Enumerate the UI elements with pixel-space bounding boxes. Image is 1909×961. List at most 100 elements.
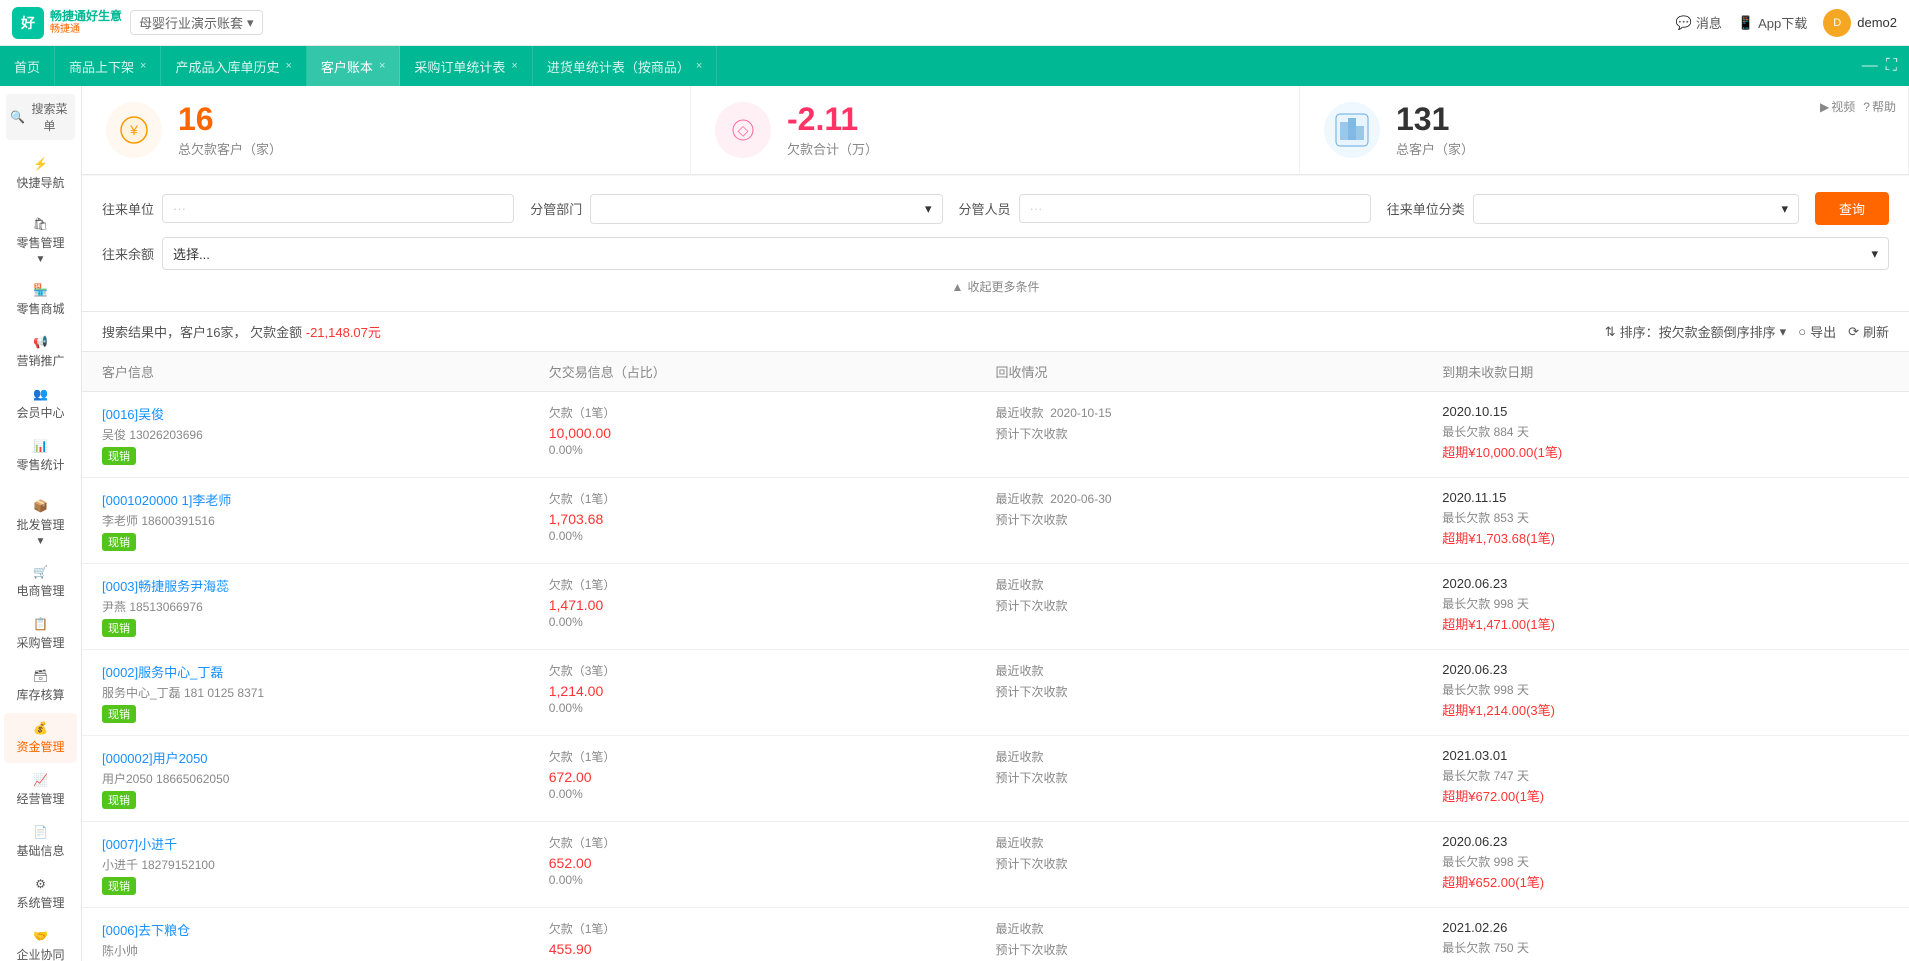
sort-selector[interactable]: ⇅ 排序：按欠款金额倒序排序 ▾: [1605, 322, 1786, 341]
debt-amount-c0006: 455.90: [549, 941, 996, 957]
export-button[interactable]: ○ 导出: [1798, 322, 1836, 341]
retail-stats-label: 零售统计: [16, 456, 64, 473]
sidebar-item-batch-mgmt[interactable]: 📦 批发管理 ▼: [4, 491, 77, 555]
sidebar-item-basic-info[interactable]: 📄 基础信息: [4, 817, 77, 867]
sidebar-item-purchase[interactable]: 📋 采购管理: [4, 609, 77, 659]
search-button[interactable]: 查询: [1815, 192, 1889, 225]
customer-info-cell: [0003]畅捷服务尹海蕊 尹燕 18513066976 现销: [102, 576, 549, 637]
tab-home-label: 首页: [14, 57, 40, 76]
due-date-cell-c0003: 2020.06.23 最长欠款 998 天 超期¥1,471.00(1笔): [1442, 576, 1889, 633]
customer-sub-c0016: 吴俊 13026203696: [102, 426, 549, 443]
store-selector[interactable]: 母婴行业演示账套 ▾: [130, 10, 263, 35]
debt-info-cell-c0007: 欠款（1笔） 652.00 0.00%: [549, 834, 996, 887]
debt-desc-c000002: 欠款（1笔）: [549, 748, 996, 765]
source-unit-input[interactable]: ···: [162, 194, 514, 223]
collection-next-c0002: 预计下次收款: [996, 683, 1443, 700]
retail-mgmt-label: 零售管理: [16, 234, 64, 251]
tab-production[interactable]: 产成品入库单历史 ×: [161, 46, 306, 86]
table-row: [0001020000 1]李老师 李老师 18600391516 现销 欠款（…: [82, 478, 1909, 564]
user-area[interactable]: D demo2: [1823, 9, 1897, 37]
manager-input[interactable]: ···: [1019, 194, 1371, 223]
maximize-icon[interactable]: ⛶: [1886, 57, 1897, 75]
due-date-cell-c000002: 2021.03.01 最长欠款 747 天 超期¥672.00(1笔): [1442, 748, 1889, 805]
tab-products-close[interactable]: ×: [140, 60, 146, 72]
tab-production-close[interactable]: ×: [285, 60, 291, 72]
marketing-icon: 📢: [33, 335, 48, 349]
retail-store-icon: 🏪: [33, 283, 48, 297]
customer-name-c0006[interactable]: [0006]去下粮仓: [102, 920, 549, 939]
chevron-down-sort-icon: ▾: [1780, 324, 1787, 340]
collapse-button[interactable]: ▲ 收起更多条件: [102, 278, 1889, 295]
tab-products-label: 商品上下架: [69, 57, 134, 76]
tab-nav-icons: — ⛶: [1862, 57, 1909, 75]
tab-purchase-order-close[interactable]: ×: [511, 60, 517, 72]
sidebar-item-inventory[interactable]: 🗃 库存核算: [4, 661, 77, 711]
refresh-button[interactable]: ⟳ 刷新: [1848, 322, 1889, 341]
customer-name-c0016[interactable]: [0016]吴俊: [102, 404, 549, 423]
filter-row-1: 往来单位 ··· 分管部门 ▾ 分管人员 ···: [102, 192, 1889, 225]
sidebar-item-business-mgmt[interactable]: 📈 经营管理: [4, 765, 77, 815]
collection-cell-c0016: 最近收款 2020-10-15 预计下次收款: [996, 404, 1443, 446]
overdue-link-c00010200001[interactable]: 超期¥1,703.68(1笔): [1442, 528, 1889, 547]
overdue-link-c0002[interactable]: 超期¥1,214.00(3笔): [1442, 700, 1889, 719]
customer-name-c0003[interactable]: [0003]畅捷服务尹海蕊: [102, 576, 549, 595]
balance-label: 往来余额: [102, 244, 154, 263]
collection-next-c000002: 预计下次收款: [996, 769, 1443, 786]
tab-purchase-order[interactable]: 采购订单统计表 ×: [400, 46, 532, 86]
sidebar-item-quick-nav[interactable]: ⚡ 快捷导航: [4, 149, 77, 199]
sidebar-item-member-center[interactable]: 👥 会员中心: [4, 379, 77, 429]
debt-pct-c0007: 0.00%: [549, 873, 996, 887]
tab-products[interactable]: 商品上下架 ×: [55, 46, 161, 86]
customer-name-c000002[interactable]: [000002]用户2050: [102, 748, 549, 767]
video-btn[interactable]: ▶ 视频: [1820, 98, 1855, 115]
avatar: D: [1823, 9, 1851, 37]
sidebar-item-retail-store[interactable]: 🏪 零售商城: [4, 275, 77, 325]
tab-customer-account-close[interactable]: ×: [379, 60, 385, 72]
tab-incoming-stats[interactable]: 进货单统计表（按商品） ×: [533, 46, 717, 86]
sort-icon: ⇅: [1605, 324, 1616, 340]
minimize-icon[interactable]: —: [1862, 57, 1878, 75]
balance-select[interactable]: 选择... ▾: [162, 237, 1889, 270]
due-date-c0006: 2021.02.26: [1442, 920, 1889, 935]
tab-customer-account[interactable]: 客户账本 ×: [307, 46, 400, 86]
customer-name-c0002[interactable]: [0002]服务中心_丁磊: [102, 662, 549, 681]
sidebar-item-marketing[interactable]: 📢 营销推广: [4, 327, 77, 377]
overdue-link-c0003[interactable]: 超期¥1,471.00(1笔): [1442, 614, 1889, 633]
collection-latest-c0002: 最近收款: [996, 662, 1443, 679]
tab-home[interactable]: 首页: [0, 46, 55, 86]
search-menu-button[interactable]: 🔍 搜索菜单: [6, 94, 75, 140]
customer-name-c00010200001[interactable]: [0001020000 1]李老师: [102, 490, 549, 509]
sidebar-item-system[interactable]: ⚙ 系统管理: [4, 869, 77, 919]
sidebar: 🔍 搜索菜单 ⚡ 快捷导航 🛍 零售管理 ▼ 🏪 零售商城 📢 营销推广 👥 会…: [0, 86, 82, 961]
sidebar-item-retail-stats[interactable]: 📊 零售统计: [4, 431, 77, 481]
top-bar-right: 💬 消息 📱 App下载 D demo2: [1676, 9, 1897, 37]
classification-select[interactable]: ▾: [1473, 194, 1799, 224]
debt-amount-c0007: 652.00: [549, 855, 996, 871]
logo-text: 畅捷通好生意: [50, 9, 122, 23]
chevron-down-class-icon: ▾: [1781, 201, 1788, 217]
overdue-link-c0016[interactable]: 超期¥10,000.00(1笔): [1442, 442, 1889, 461]
stat-card-debt-customers: ¥ 16 总欠款客户（家）: [82, 86, 691, 174]
tab-incoming-stats-close[interactable]: ×: [696, 60, 702, 72]
overdue-link-c0007[interactable]: 超期¥652.00(1笔): [1442, 872, 1889, 891]
customer-name-c0007[interactable]: [0007]小进千: [102, 834, 549, 853]
customer-info-cell: [0006]去下粮仓 陈小帅 现销: [102, 920, 549, 961]
sidebar-item-finance[interactable]: 💰 资金管理: [4, 713, 77, 763]
customer-tag-c00010200001: 现销: [102, 533, 136, 551]
search-menu-label: 搜索菜单: [28, 100, 71, 134]
export-icon: ○: [1798, 324, 1806, 339]
overdue-link-c000002[interactable]: 超期¥672.00(1笔): [1442, 786, 1889, 805]
dept-select[interactable]: ▾: [590, 194, 942, 224]
collection-cell-c00010200001: 最近收款 2020-06-30 预计下次收款: [996, 490, 1443, 532]
help-btn[interactable]: ? 帮助: [1863, 98, 1896, 115]
sidebar-item-enterprise[interactable]: 🤝 企业协同: [4, 921, 77, 961]
app-download-button[interactable]: 📱 App下载: [1738, 13, 1807, 32]
table-header: 客户信息 欠交易信息（占比） 回收情况 到期未收款日期: [82, 352, 1909, 392]
message-button[interactable]: 💬 消息: [1676, 13, 1722, 32]
sidebar-item-retail-mgmt[interactable]: 🛍 零售管理 ▼: [4, 209, 77, 273]
total-customers-value: 131: [1396, 103, 1474, 135]
col-header-due-date: 到期未收款日期: [1442, 362, 1889, 381]
customer-info-cell: [0016]吴俊 吴俊 13026203696 现销: [102, 404, 549, 465]
debt-customers-value: 16: [178, 103, 282, 135]
sidebar-item-ecommerce[interactable]: 🛒 电商管理: [4, 557, 77, 607]
